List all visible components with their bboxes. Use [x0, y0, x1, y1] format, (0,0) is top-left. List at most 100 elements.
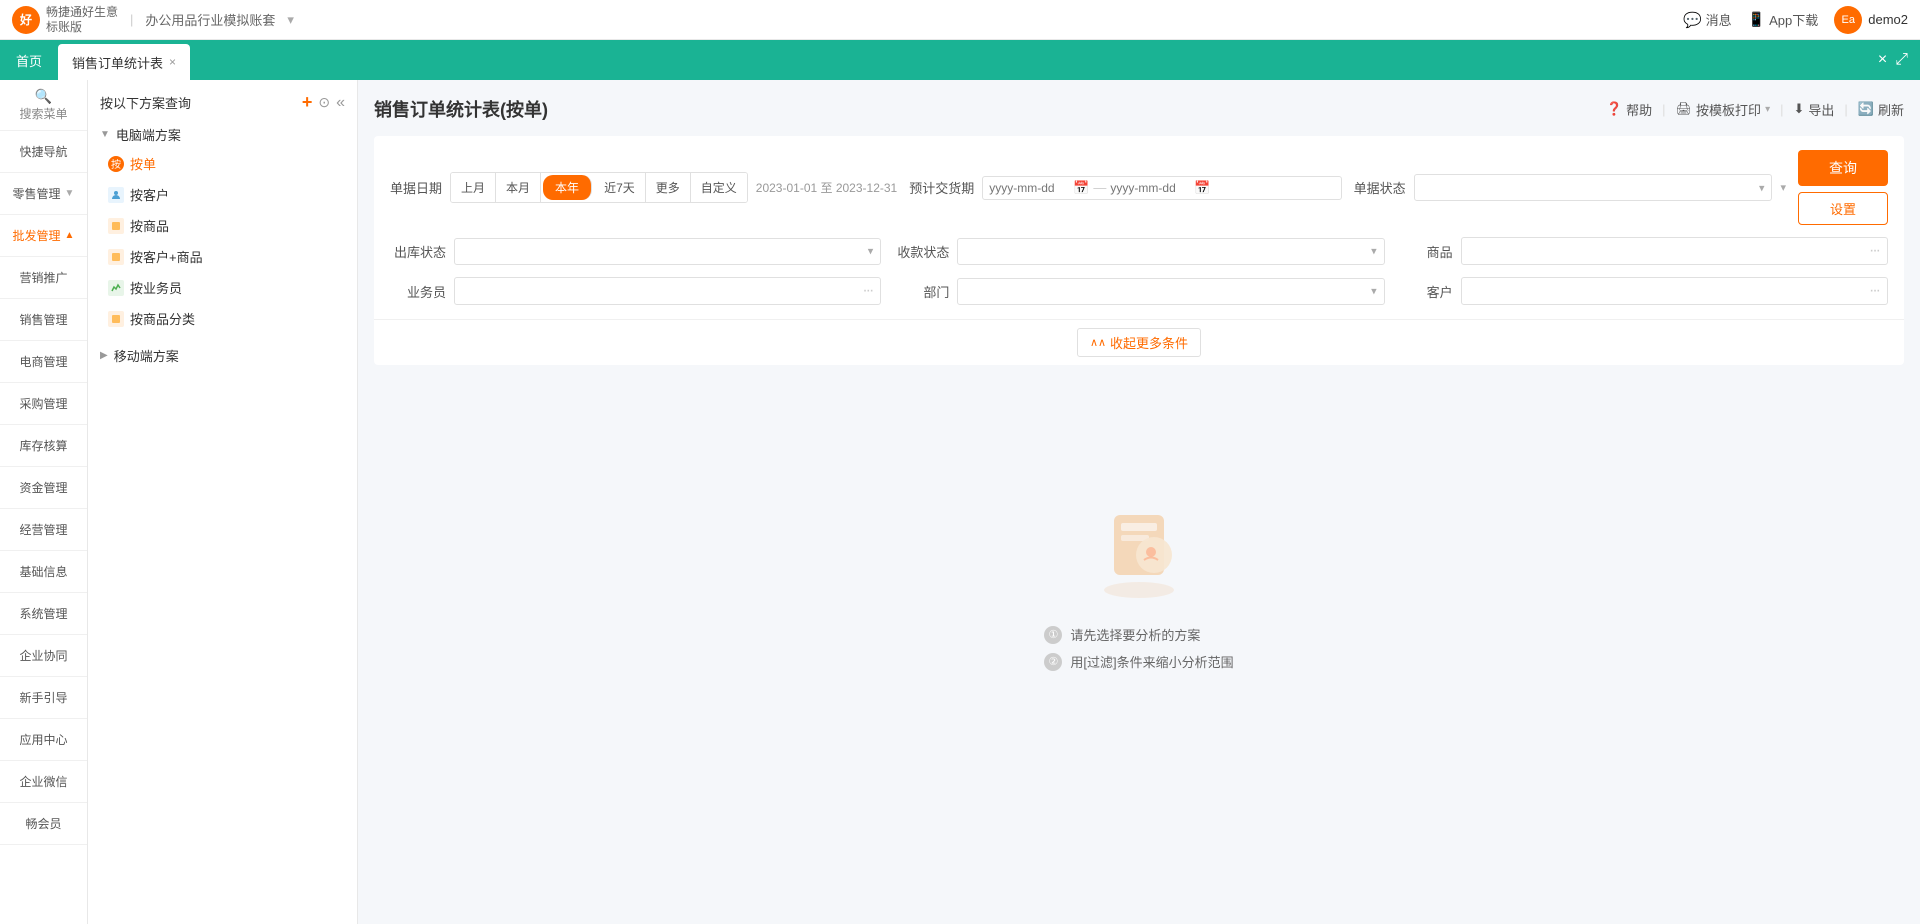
scheme-item-by-customer[interactable]: 按客户 — [88, 179, 357, 210]
page-actions: ❓ 帮助 | 🖨 按模板打印 ▾ | ⬇ 导出 | — [1606, 100, 1904, 119]
sidebar-quick-nav[interactable]: 快捷导航 — [0, 131, 87, 173]
collapse-btn[interactable]: ∧∧ 收起更多条件 — [1077, 328, 1201, 357]
right-panel: 销售订单统计表(按单) ❓ 帮助 | 🖨 按模板打印 ▾ | ⬇ — [358, 80, 1920, 924]
collapse-chevron-icon: ∧∧ — [1090, 336, 1106, 349]
sidebar: 🔍 搜索菜单 快捷导航 零售管理 ▼ 批发管理 ▲ 营销推广 销售管理 电商管理… — [0, 80, 88, 924]
more-btn[interactable]: 更多 — [646, 173, 691, 202]
sidebar-item-system[interactable]: 系统管理 — [0, 593, 87, 635]
scheme-icon-category — [108, 311, 124, 327]
customer-more-icon[interactable]: ··· — [1869, 282, 1879, 300]
collapse-panel-btn[interactable]: « — [336, 94, 345, 112]
app-download-btn[interactable]: 📱 App下载 — [1748, 10, 1819, 29]
filter-row-3: 业务员 ··· 部门 ▾ — [390, 277, 1888, 319]
sidebar-item-sales[interactable]: 销售管理 — [0, 299, 87, 341]
sidebar-item-basic[interactable]: 基础信息 — [0, 551, 87, 593]
messages-btn[interactable]: 💬 消息 — [1683, 10, 1732, 29]
sidebar-item-finance[interactable]: 资金管理 — [0, 467, 87, 509]
user-area[interactable]: Ea demo2 — [1834, 6, 1908, 34]
scheme-icon-cust-goods — [108, 249, 124, 265]
tab-close-icon[interactable]: × — [169, 55, 176, 69]
this-month-btn[interactable]: 本月 — [496, 173, 541, 202]
payment-status-label: 收款状态 — [893, 242, 949, 261]
salesperson-input[interactable] — [463, 284, 862, 299]
filter-area: 单据日期 上月 本月 本年 近7天 更多 自定义 2023-01-01 至 20… — [374, 136, 1904, 365]
sidebar-item-member[interactable]: 畅会员 — [0, 803, 87, 845]
settings-btn[interactable]: 设置 — [1798, 192, 1888, 225]
dept-select[interactable] — [957, 278, 1384, 305]
tabbar: 首页 销售订单统计表 × × ⤢ — [0, 40, 1920, 80]
add-scheme-btn[interactable]: + — [302, 92, 313, 113]
user-name: demo2 — [1868, 12, 1908, 27]
main-layout: 🔍 搜索菜单 快捷导航 零售管理 ▼ 批发管理 ▲ 营销推广 销售管理 电商管理… — [0, 80, 1920, 924]
expected-date-start[interactable] — [989, 181, 1069, 195]
goods-input-wrapper[interactable]: ··· — [1461, 237, 1888, 265]
scheme-icon-circle: 按 — [108, 156, 124, 172]
refresh-btn[interactable]: 🔄 刷新 — [1858, 100, 1904, 119]
window-close-btn[interactable]: × — [1878, 51, 1887, 69]
scheme-item-by-category[interactable]: 按商品分类 — [88, 303, 357, 334]
single-status-label: 单据状态 — [1354, 178, 1406, 197]
left-panel-header: 按以下方案查询 + ⊙ « — [88, 92, 357, 121]
export-icon: ⬇ — [1793, 101, 1804, 117]
topbar: 好 畅捷通好生意 标账版 | 办公用品行业模拟账套 ▾ 💬 消息 📱 App下载… — [0, 0, 1920, 40]
sidebar-item-ecommerce[interactable]: 电商管理 — [0, 341, 87, 383]
goods-label: 商品 — [1397, 242, 1453, 261]
print-btn[interactable]: 🖨 按模板打印 ▾ — [1676, 100, 1771, 119]
mobile-scheme-group[interactable]: ▶ 移动端方案 — [88, 342, 357, 369]
sidebar-item-collab[interactable]: 企业协同 — [0, 635, 87, 677]
help-icon: ❓ — [1606, 101, 1622, 117]
expected-date-end[interactable] — [1110, 181, 1190, 195]
window-max-btn[interactable]: ⤢ — [1895, 51, 1908, 69]
this-year-btn[interactable]: 本年 — [543, 175, 592, 200]
custom-btn[interactable]: 自定义 — [691, 173, 747, 202]
sidebar-item-retail[interactable]: 零售管理 ▼ — [0, 173, 87, 215]
last-month-btn[interactable]: 上月 — [451, 173, 496, 202]
sidebar-item-wechat[interactable]: 企业微信 — [0, 761, 87, 803]
single-status-group: 单据状态 ▾ ▾ — [1354, 174, 1786, 201]
goods-more-icon[interactable]: ··· — [1869, 242, 1879, 260]
left-panel: 按以下方案查询 + ⊙ « ▼ 电脑端方案 按 按单 按客户 — [88, 80, 358, 924]
customer-input[interactable] — [1470, 284, 1869, 299]
single-status-select[interactable] — [1414, 174, 1773, 201]
help-btn[interactable]: ❓ 帮助 — [1606, 100, 1652, 119]
print-dropdown-icon: ▾ — [1765, 104, 1770, 115]
sidebar-item-wholesale[interactable]: 批发管理 ▲ — [0, 215, 87, 257]
export-btn[interactable]: ⬇ 导出 — [1793, 100, 1834, 119]
desktop-scheme-group[interactable]: ▼ 电脑端方案 — [88, 121, 357, 148]
top-dropdown-icon[interactable]: ▾ — [287, 12, 294, 28]
scheme-item-by-goods[interactable]: 按商品 — [88, 210, 357, 241]
dept-label: 部门 — [893, 282, 949, 301]
expected-date-range[interactable]: 📅 — 📅 — [982, 176, 1341, 200]
expected-date-group: 预计交货期 📅 — 📅 — [909, 176, 1341, 200]
payment-status-group: 收款状态 ▾ — [893, 238, 1384, 265]
out-status-group: 出库状态 ▾ — [390, 238, 881, 265]
tab-home[interactable]: 首页 — [0, 40, 58, 80]
single-date-label: 单据日期 — [390, 178, 442, 197]
filter-row-1: 单据日期 上月 本月 本年 近7天 更多 自定义 2023-01-01 至 20… — [390, 150, 1888, 225]
scheme-item-by-order[interactable]: 按 按单 — [88, 148, 357, 179]
sidebar-item-app[interactable]: 应用中心 — [0, 719, 87, 761]
goods-input[interactable] — [1470, 244, 1869, 259]
sidebar-item-guide[interactable]: 新手引导 — [0, 677, 87, 719]
scheme-item-by-customer-goods[interactable]: 按客户+商品 — [88, 241, 357, 272]
sidebar-item-management[interactable]: 经营管理 — [0, 509, 87, 551]
out-status-select[interactable] — [454, 238, 881, 265]
edit-scheme-btn[interactable]: ⊙ — [318, 94, 330, 111]
tab-sales-order[interactable]: 销售订单统计表 × — [58, 44, 190, 80]
scheme-item-by-salesperson[interactable]: 按业务员 — [88, 272, 357, 303]
salesperson-input-wrapper[interactable]: ··· — [454, 277, 881, 305]
salesperson-more-icon[interactable]: ··· — [862, 282, 872, 300]
mobile-group-arrow: ▶ — [100, 350, 108, 361]
sidebar-item-inventory[interactable]: 库存核算 — [0, 425, 87, 467]
single-status-select-wrapper: ▾ — [1414, 174, 1773, 201]
sidebar-item-marketing[interactable]: 营销推广 — [0, 257, 87, 299]
top-title: 办公用品行业模拟账套 — [145, 10, 275, 29]
cal-icon-right: 📅 — [1194, 180, 1210, 196]
last-7days-btn[interactable]: 近7天 — [594, 173, 646, 202]
search-btn[interactable]: 查询 — [1798, 150, 1888, 186]
sidebar-item-purchase[interactable]: 采购管理 — [0, 383, 87, 425]
customer-input-wrapper[interactable]: ··· — [1461, 277, 1888, 305]
action-buttons: 查询 设置 — [1798, 150, 1888, 225]
sidebar-search[interactable]: 🔍 搜索菜单 — [0, 80, 87, 131]
payment-status-select[interactable] — [957, 238, 1384, 265]
